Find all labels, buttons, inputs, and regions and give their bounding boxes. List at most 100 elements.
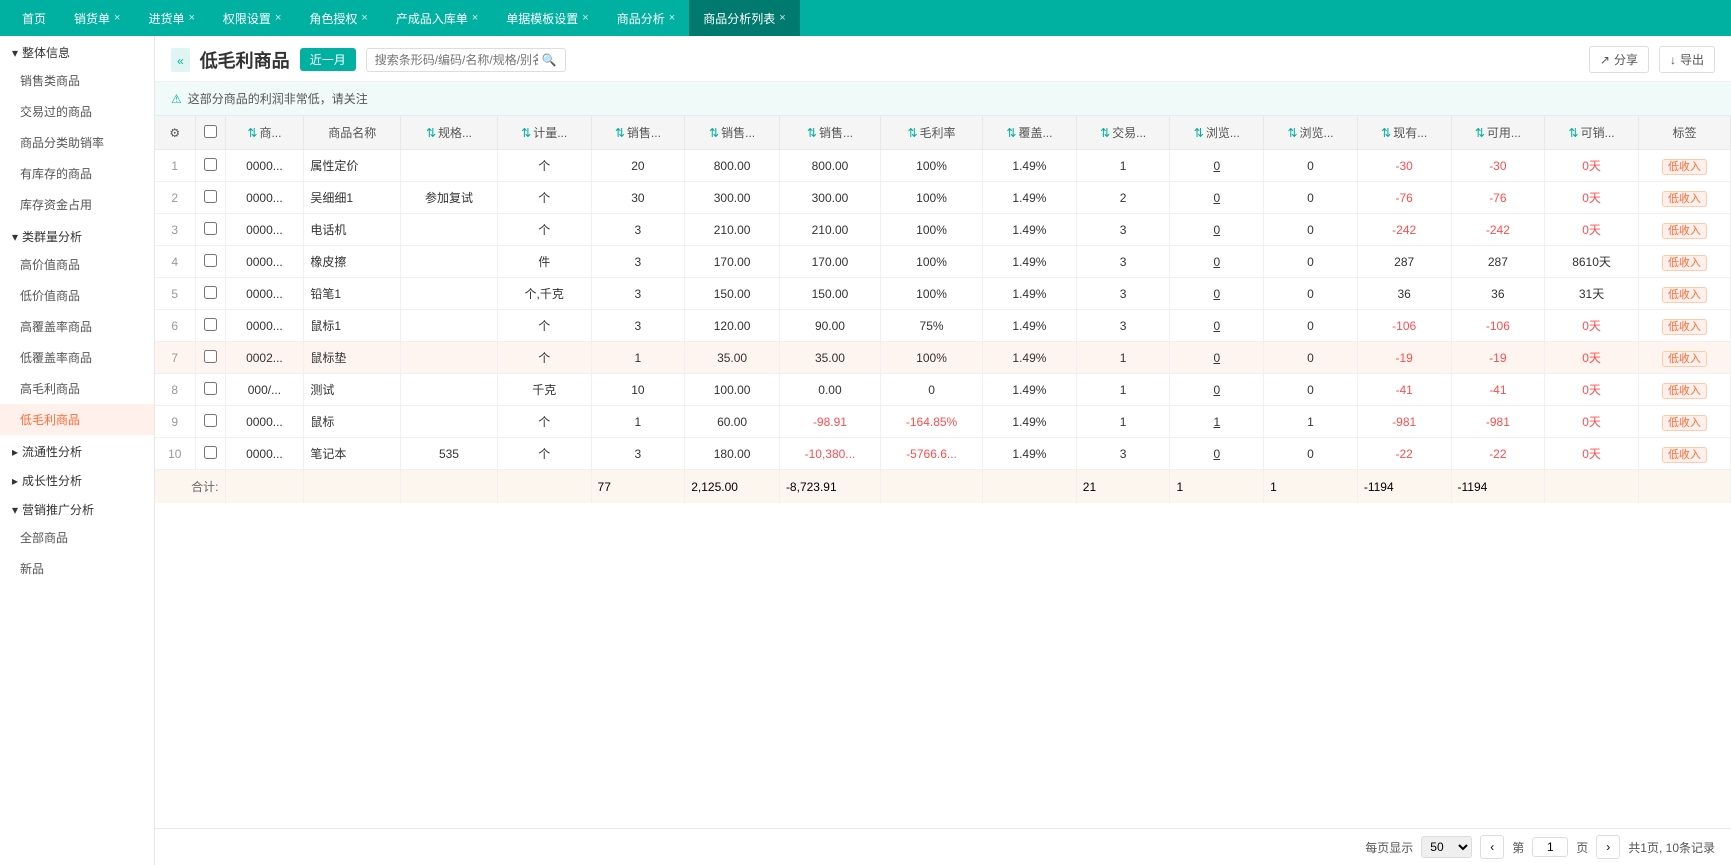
sidebar-group-circulation[interactable]: ▸ 流通性分析 bbox=[0, 435, 154, 464]
row-checkbox[interactable] bbox=[204, 286, 217, 299]
row-checkbox-cell[interactable] bbox=[195, 406, 225, 438]
col-coverage[interactable]: ⇅覆盖... bbox=[983, 116, 1077, 150]
row-checkbox-cell[interactable] bbox=[195, 310, 225, 342]
row-browse1[interactable]: 0 bbox=[1170, 438, 1264, 470]
row-checkbox[interactable] bbox=[204, 446, 217, 459]
row-checkbox[interactable] bbox=[204, 350, 217, 363]
row-browse1[interactable]: 0 bbox=[1170, 246, 1264, 278]
sidebar-item-high-margin[interactable]: 高毛利商品 bbox=[0, 373, 154, 404]
export-button[interactable]: ↓ 导出 bbox=[1659, 46, 1715, 73]
sidebar-group-marketing[interactable]: ▾ 营销推广分析 bbox=[0, 493, 154, 522]
row-checkbox-cell[interactable] bbox=[195, 150, 225, 182]
row-checkbox-cell[interactable] bbox=[195, 278, 225, 310]
sidebar-group-growth[interactable]: ▸ 成长性分析 bbox=[0, 464, 154, 493]
nav-item-role[interactable]: 角色授权 × bbox=[295, 0, 381, 36]
sidebar-item-all-products[interactable]: 全部商品 bbox=[0, 522, 154, 553]
row-checkbox-cell[interactable] bbox=[195, 182, 225, 214]
nav-close-role[interactable]: × bbox=[361, 12, 367, 24]
row-browse1[interactable]: 0 bbox=[1170, 310, 1264, 342]
sidebar-item-low-value[interactable]: 低价值商品 bbox=[0, 280, 154, 311]
row-checkbox[interactable] bbox=[204, 254, 217, 267]
col-sellable[interactable]: ⇅可销... bbox=[1545, 116, 1639, 150]
page-input[interactable] bbox=[1532, 837, 1568, 857]
row-checkbox-cell[interactable] bbox=[195, 214, 225, 246]
row-name[interactable]: 鼠标垫 bbox=[304, 342, 401, 374]
col-settings[interactable]: ⚙ bbox=[155, 116, 195, 150]
row-name[interactable]: 鼠标 bbox=[304, 406, 401, 438]
col-browse1[interactable]: ⇅浏览... bbox=[1170, 116, 1264, 150]
sidebar-item-in-stock[interactable]: 有库存的商品 bbox=[0, 158, 154, 189]
row-browse1[interactable]: 0 bbox=[1170, 182, 1264, 214]
nav-close-permission[interactable]: × bbox=[275, 12, 281, 24]
row-name[interactable]: 吴细细1 bbox=[304, 182, 401, 214]
col-current[interactable]: ⇅现有... bbox=[1357, 116, 1451, 150]
col-sales[interactable]: ⇅销售... bbox=[779, 116, 880, 150]
row-name[interactable]: 橡皮擦 bbox=[304, 246, 401, 278]
time-filter-button[interactable]: 近一月 bbox=[300, 48, 356, 71]
col-browse2[interactable]: ⇅浏览... bbox=[1264, 116, 1358, 150]
share-button[interactable]: ↗ 分享 bbox=[1589, 46, 1649, 73]
nav-item-sales[interactable]: 销货单 × bbox=[60, 0, 134, 36]
nav-item-purchase[interactable]: 进货单 × bbox=[134, 0, 208, 36]
row-name[interactable]: 电话机 bbox=[304, 214, 401, 246]
sidebar-item-new-products[interactable]: 新品 bbox=[0, 553, 154, 584]
sidebar-item-high-coverage[interactable]: 高覆盖率商品 bbox=[0, 311, 154, 342]
col-checkbox[interactable] bbox=[195, 116, 225, 150]
prev-page-button[interactable]: ‹ bbox=[1480, 835, 1504, 859]
search-icon[interactable]: 🔍 bbox=[542, 53, 557, 67]
nav-item-home[interactable]: 首页 bbox=[8, 0, 60, 36]
per-page-select[interactable]: 50 100 200 bbox=[1421, 836, 1472, 858]
col-available[interactable]: ⇅可用... bbox=[1451, 116, 1545, 150]
row-checkbox-cell[interactable] bbox=[195, 246, 225, 278]
row-checkbox[interactable] bbox=[204, 382, 217, 395]
sidebar-item-low-margin[interactable]: 低毛利商品 bbox=[0, 404, 154, 435]
nav-item-product-entry[interactable]: 产成品入库单 × bbox=[382, 0, 492, 36]
row-name[interactable]: 鼠标1 bbox=[304, 310, 401, 342]
row-checkbox[interactable] bbox=[204, 158, 217, 171]
sidebar-item-category-rate[interactable]: 商品分类助销率 bbox=[0, 127, 154, 158]
sidebar-item-sales-products[interactable]: 销售类商品 bbox=[0, 65, 154, 96]
row-browse1[interactable]: 0 bbox=[1170, 278, 1264, 310]
row-name[interactable]: 铅笔1 bbox=[304, 278, 401, 310]
col-unit[interactable]: ⇅计量... bbox=[497, 116, 591, 150]
sidebar-item-high-value[interactable]: 高价值商品 bbox=[0, 249, 154, 280]
nav-close-purchase[interactable]: × bbox=[188, 12, 194, 24]
collapse-sidebar-button[interactable]: « bbox=[171, 48, 190, 72]
nav-item-product-list[interactable]: 商品分析列表 × bbox=[689, 0, 799, 36]
col-spec[interactable]: ⇅规格... bbox=[401, 116, 498, 150]
sidebar-item-inventory-capital[interactable]: 库存资金占用 bbox=[0, 189, 154, 220]
row-checkbox[interactable] bbox=[204, 190, 217, 203]
col-code[interactable]: ⇅商... bbox=[225, 116, 304, 150]
select-all-checkbox[interactable] bbox=[204, 125, 217, 138]
col-price[interactable]: ⇅销售... bbox=[685, 116, 780, 150]
nav-close-template[interactable]: × bbox=[582, 12, 588, 24]
nav-item-permission[interactable]: 权限设置 × bbox=[209, 0, 295, 36]
row-checkbox-cell[interactable] bbox=[195, 342, 225, 374]
row-browse1[interactable]: 0 bbox=[1170, 342, 1264, 374]
row-checkbox[interactable] bbox=[204, 222, 217, 235]
nav-close-sales[interactable]: × bbox=[114, 12, 120, 24]
col-qty[interactable]: ⇅销售... bbox=[591, 116, 685, 150]
row-checkbox[interactable] bbox=[204, 414, 217, 427]
row-name[interactable]: 测试 bbox=[304, 374, 401, 406]
sidebar-group-overall[interactable]: ▾ 整体信息 bbox=[0, 36, 154, 65]
row-checkbox-cell[interactable] bbox=[195, 374, 225, 406]
sidebar-item-low-coverage[interactable]: 低覆盖率商品 bbox=[0, 342, 154, 373]
sidebar-item-traded-products[interactable]: 交易过的商品 bbox=[0, 96, 154, 127]
row-browse1[interactable]: 1 bbox=[1170, 406, 1264, 438]
row-checkbox-cell[interactable] bbox=[195, 438, 225, 470]
search-input[interactable] bbox=[375, 53, 538, 67]
next-page-button[interactable]: › bbox=[1596, 835, 1620, 859]
nav-close-product-entry[interactable]: × bbox=[472, 12, 478, 24]
row-checkbox[interactable] bbox=[204, 318, 217, 331]
col-gross-rate[interactable]: ⇅毛利率 bbox=[880, 116, 982, 150]
nav-item-template[interactable]: 单据模板设置 × bbox=[492, 0, 602, 36]
nav-close-product-list[interactable]: × bbox=[779, 12, 785, 24]
row-name[interactable]: 属性定价 bbox=[304, 150, 401, 182]
nav-close-product-analysis[interactable]: × bbox=[669, 12, 675, 24]
nav-item-product-analysis[interactable]: 商品分析 × bbox=[603, 0, 689, 36]
row-browse1[interactable]: 0 bbox=[1170, 214, 1264, 246]
sidebar-group-cluster[interactable]: ▾ 类群量分析 bbox=[0, 220, 154, 249]
row-name[interactable]: 笔记本 bbox=[304, 438, 401, 470]
row-browse1[interactable]: 0 bbox=[1170, 150, 1264, 182]
